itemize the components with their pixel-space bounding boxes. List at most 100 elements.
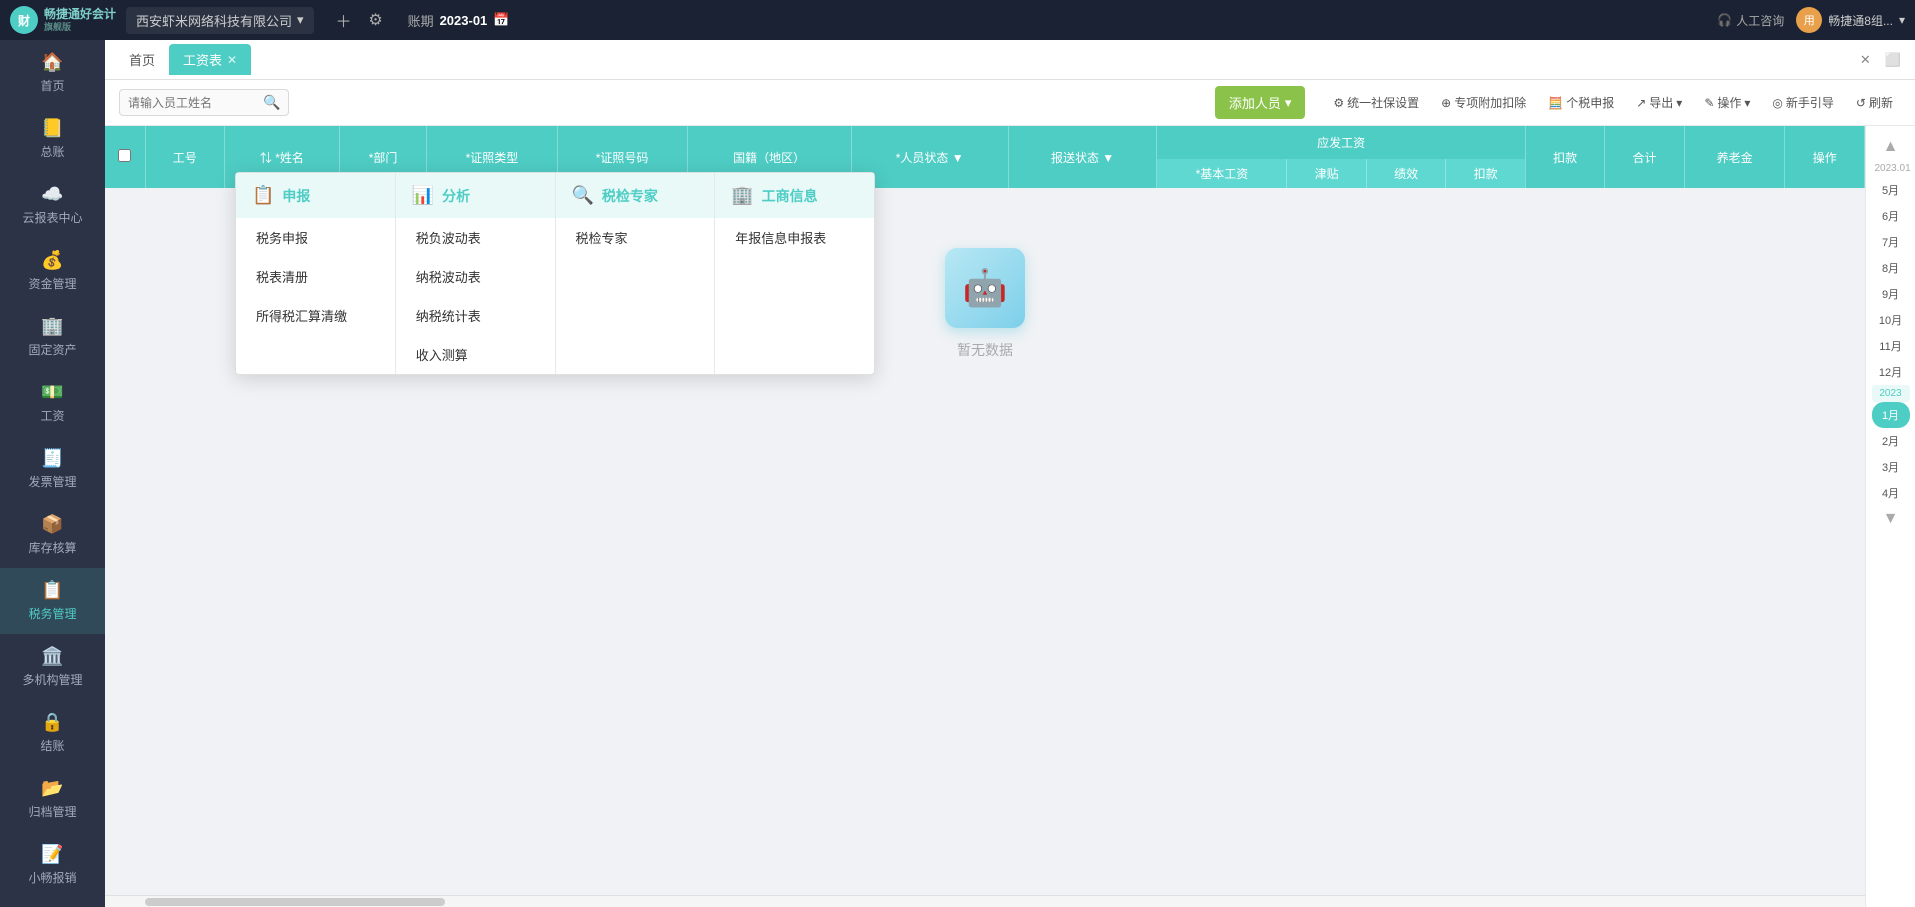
- app-name-text: 畅捷通好会计 旗舰版: [44, 7, 116, 32]
- calendar-month-6[interactable]: 6月: [1872, 203, 1910, 229]
- sidebar-label-archive: 归档管理: [28, 803, 76, 820]
- archive-icon: 📂: [41, 778, 63, 799]
- calendar-icon[interactable]: 📅: [493, 12, 509, 28]
- calendar-month-8[interactable]: 8月: [1872, 255, 1910, 281]
- settings-icon: ⚙: [1333, 96, 1344, 110]
- search-icon[interactable]: 🔍: [263, 94, 280, 111]
- sidebar-label-tax: 税务管理: [28, 605, 76, 622]
- tab-home[interactable]: 首页: [115, 44, 169, 75]
- tax-expert-icon: 🔍: [572, 185, 594, 206]
- operations-button[interactable]: ✎ 操作 ▾: [1696, 90, 1758, 115]
- search-box: 🔍: [119, 89, 289, 116]
- add-person-button[interactable]: 添加人员 ▾: [1215, 86, 1306, 119]
- calendar-month-12[interactable]: 12月: [1872, 359, 1910, 385]
- calendar-month-3[interactable]: 3月: [1872, 454, 1910, 480]
- analysis-title: 分析: [442, 186, 470, 206]
- menu-item-tax-table-clear[interactable]: 税表清册: [236, 257, 395, 296]
- sidebar-item-report[interactable]: 📝 小畅报销: [0, 832, 105, 898]
- calendar-month-7[interactable]: 7月: [1872, 229, 1910, 255]
- bottom-scrollbar[interactable]: [105, 895, 1865, 907]
- search-input[interactable]: [128, 96, 258, 110]
- filter-icon[interactable]: ▼: [952, 151, 964, 165]
- sidebar-label-multi: 多机构管理: [22, 671, 82, 688]
- analysis-icon: 📊: [412, 185, 434, 206]
- settings-button[interactable]: ⚙: [364, 8, 388, 32]
- social-security-button[interactable]: ⚙ 统一社保设置: [1325, 90, 1427, 115]
- calendar-month-10[interactable]: 10月: [1872, 307, 1910, 333]
- window-restore-button[interactable]: ⬜: [1881, 48, 1905, 72]
- menu-item-tax-stats[interactable]: 纳税统计表: [396, 296, 555, 335]
- company-selector[interactable]: 西安虾米网络科技有限公司 ▾: [126, 7, 314, 34]
- empty-text: 暂无数据: [957, 340, 1013, 360]
- report-filter-icon[interactable]: ▼: [1102, 151, 1114, 165]
- tab-salary-table[interactable]: 工资表 ✕: [169, 44, 251, 75]
- menu-item-tax-flow[interactable]: 纳税波动表: [396, 257, 555, 296]
- refresh-label: 刷新: [1869, 94, 1893, 111]
- guide-icon-btn: ◎: [1772, 96, 1782, 110]
- menu-item-income-tax-settlement[interactable]: 所得税汇算清缴: [236, 296, 395, 335]
- menu-item-tax-declaration[interactable]: 税务申报: [236, 218, 395, 257]
- perf-deductions-header: 扣款: [1446, 159, 1525, 188]
- period-area: 账期 2023-01 📅: [408, 11, 510, 30]
- sidebar-item-cloud[interactable]: ☁️ 云报表中心: [0, 172, 105, 238]
- sidebar-item-close-books[interactable]: 🔒 结账: [0, 700, 105, 766]
- calendar-up-button[interactable]: ▲: [1879, 134, 1903, 160]
- report-status-header: 报送状态 ▼: [1008, 126, 1157, 188]
- sidebar-item-multi[interactable]: 🏛️ 多机构管理: [0, 634, 105, 700]
- tax-return-label: 个税申报: [1566, 94, 1614, 111]
- tab-salary-label: 工资表: [183, 50, 222, 69]
- user-name: 畅捷通8组...: [1828, 12, 1893, 29]
- sidebar-item-invoice[interactable]: 🧾 发票管理: [0, 436, 105, 502]
- calendar-month-5[interactable]: 5月: [1872, 177, 1910, 203]
- base-salary-header: *基本工资: [1157, 159, 1287, 188]
- menu-item-income-estimate[interactable]: 收入测算: [396, 335, 555, 374]
- calendar-month-1-active[interactable]: 1月: [1872, 402, 1910, 428]
- main-layout: 🏠 首页 📒 总账 ☁️ 云报表中心 💰 资金管理 🏢 固定资产 💵 工资 🧾 …: [0, 40, 1915, 907]
- tab-close-button[interactable]: ✕: [227, 53, 237, 67]
- app-logo-icon: 财: [10, 6, 38, 34]
- sidebar-item-basic[interactable]: ⚙️ 基础设置: [0, 898, 105, 907]
- sidebar-label-home: 首页: [40, 77, 64, 94]
- export-button[interactable]: ↗ 导出 ▾: [1628, 90, 1690, 115]
- sidebar-label-cloud: 云报表中心: [22, 209, 82, 226]
- inventory-icon: 📦: [41, 514, 63, 535]
- select-all-checkbox[interactable]: [118, 149, 131, 162]
- menu-item-annual-report[interactable]: 年报信息申报表: [715, 218, 874, 257]
- customer-service-button[interactable]: 🎧 人工咨询: [1717, 12, 1784, 29]
- user-area[interactable]: 用 畅捷通8组... ▾: [1796, 7, 1905, 33]
- refresh-button[interactable]: ↺ 刷新: [1848, 90, 1901, 115]
- newbie-guide-button[interactable]: ◎ 新手引导: [1764, 90, 1842, 115]
- sidebar-item-home[interactable]: 🏠 首页: [0, 40, 105, 106]
- checkbox-column-header: [105, 126, 145, 188]
- sidebar-item-salary[interactable]: 💵 工资: [0, 370, 105, 436]
- add-company-button[interactable]: ＋: [332, 8, 356, 32]
- declaration-section-header: 📋 申报: [236, 173, 395, 218]
- calendar-month-9[interactable]: 9月: [1872, 281, 1910, 307]
- social-security-label: 统一社保设置: [1347, 94, 1419, 111]
- calendar-month-11[interactable]: 11月: [1872, 333, 1910, 359]
- company-name: 西安虾米网络科技有限公司: [136, 11, 292, 30]
- scroll-thumb[interactable]: [145, 898, 445, 906]
- content-area: 首页 工资表 ✕ ✕ ⬜ 🔍 添加人员 ▾ ⚙: [105, 40, 1915, 907]
- tax-icon-btn: 🧮: [1548, 96, 1563, 110]
- calendar-month-2[interactable]: 2月: [1872, 428, 1910, 454]
- tax-return-button[interactable]: 🧮 个税申报: [1540, 90, 1622, 115]
- sidebar-item-tax[interactable]: 📋 税务管理: [0, 568, 105, 634]
- sidebar-label-ledger: 总账: [40, 143, 64, 160]
- window-close-button[interactable]: ✕: [1856, 48, 1875, 72]
- sidebar-item-fund[interactable]: 💰 资金管理: [0, 238, 105, 304]
- special-deduction-button[interactable]: ⊕ 专项附加扣除: [1433, 90, 1534, 115]
- headset-icon: 🎧: [1717, 13, 1732, 27]
- tax-icon: 📋: [41, 580, 63, 601]
- top-right-area: 🎧 人工咨询 用 畅捷通8组... ▾: [1717, 7, 1905, 33]
- sidebar-item-archive[interactable]: 📂 归档管理: [0, 766, 105, 832]
- menu-item-tax-burden[interactable]: 税负波动表: [396, 218, 555, 257]
- add-person-label: 添加人员: [1229, 93, 1281, 112]
- deductions-header: 扣款: [1525, 126, 1604, 188]
- sidebar-item-ledger[interactable]: 📒 总账: [0, 106, 105, 172]
- menu-item-tax-expert[interactable]: 税检专家: [556, 218, 715, 257]
- calendar-down-button[interactable]: ▼: [1879, 506, 1903, 532]
- sidebar-item-asset[interactable]: 🏢 固定资产: [0, 304, 105, 370]
- sidebar-item-inventory[interactable]: 📦 库存核算: [0, 502, 105, 568]
- calendar-month-4[interactable]: 4月: [1872, 480, 1910, 506]
